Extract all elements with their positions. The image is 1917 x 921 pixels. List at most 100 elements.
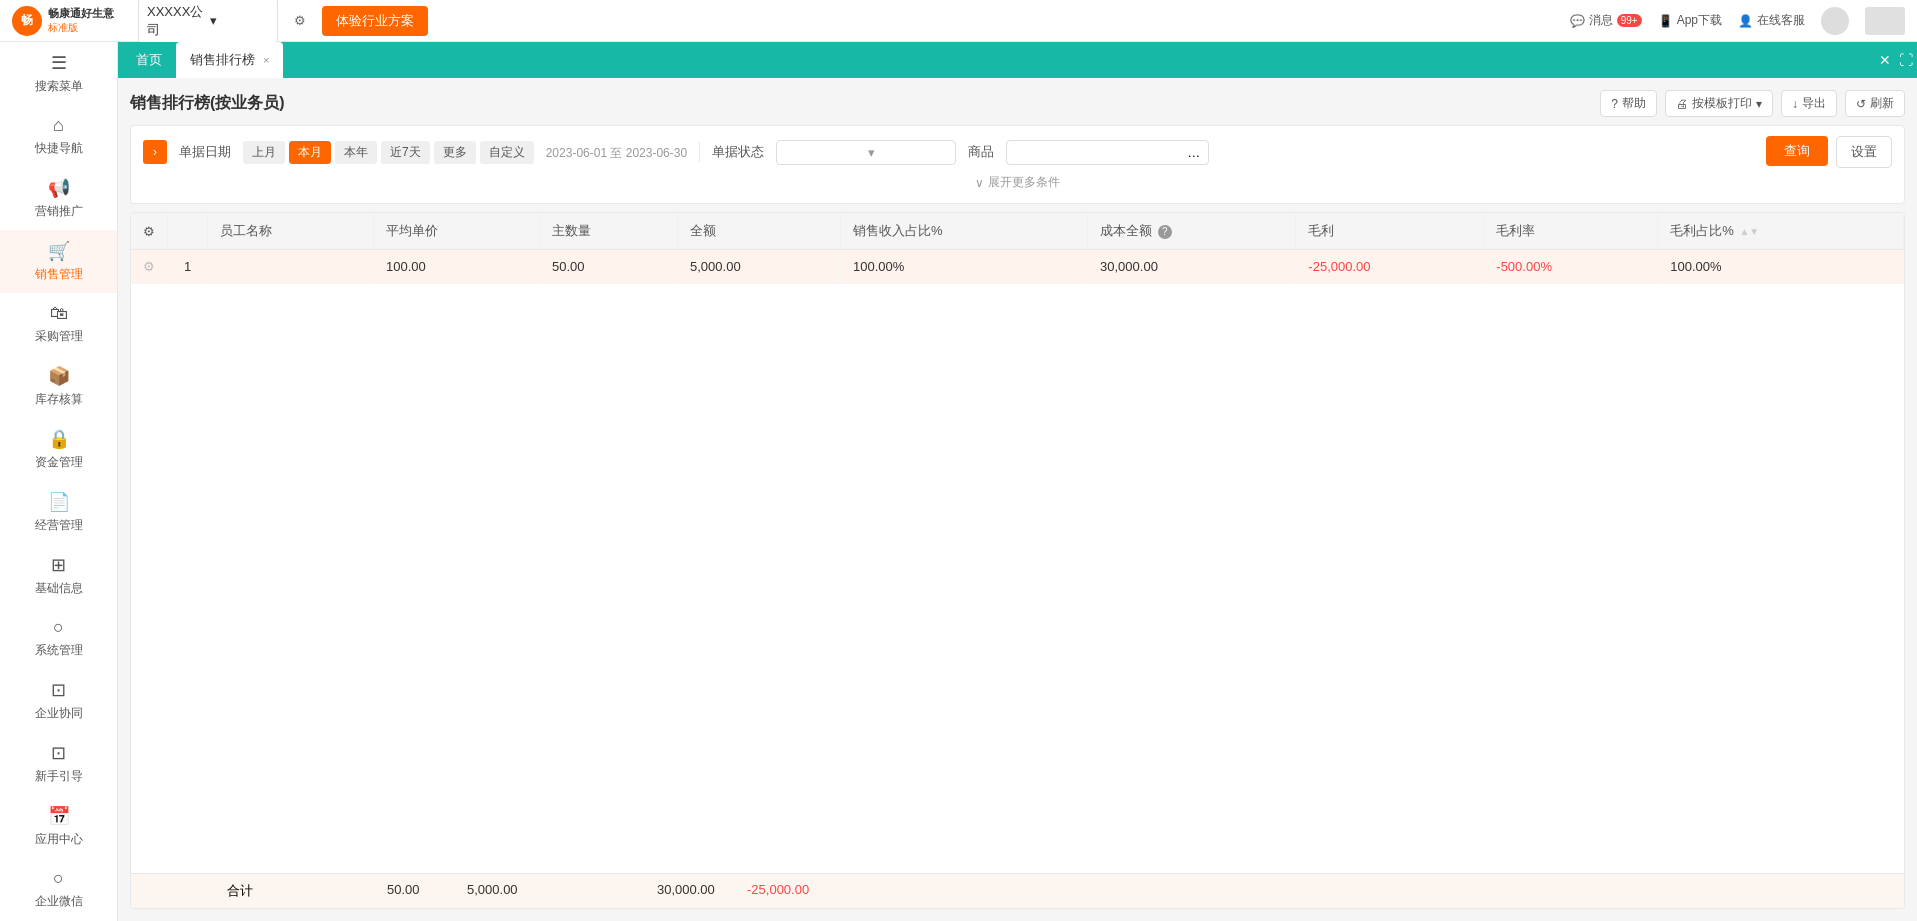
gross-pct-sort-icon[interactable]: ▲▼ [1739,226,1759,237]
date-filter-label: 单据日期 [179,143,231,161]
sidebar-label-apps: 应用中心 [35,831,83,848]
footer-gross: -25,000.00 [735,882,825,900]
message-action[interactable]: 💬 消息 99+ [1570,12,1642,29]
app-download-action[interactable]: 📱 App下载 [1658,12,1722,29]
logo-text: 畅康通好生意 标准版 [48,6,114,35]
sidebar-label-search: 搜索菜单 [35,78,83,95]
logo-area: 畅 畅康通好生意 标准版 [12,6,130,36]
sidebar: ☰ 搜索菜单 ⌂ 快捷导航 📢 营销推广 🛒 销售管理 🛍 采购管理 📦 库存核… [0,42,118,921]
sidebar-item-marketing[interactable]: 📢 营销推广 [0,167,117,230]
page-title: 销售排行榜(按业务员) [130,93,285,114]
row-rank: 1 [168,250,208,284]
col-qty: 主数量 [540,213,678,250]
sidebar-item-sales[interactable]: 🛒 销售管理 [0,230,117,293]
help-button[interactable]: ? 帮助 [1600,90,1657,117]
col-gross-pct: 毛利占比% ▲▼ [1658,213,1904,250]
marketing-icon: 📢 [48,177,70,199]
settings-icon[interactable]: ⚙ [286,7,314,35]
app-icon: 📱 [1658,14,1673,28]
industry-button[interactable]: 体验行业方案 [322,6,428,36]
sidebar-label-operations: 经营管理 [35,517,83,534]
period-btn-custom[interactable]: 自定义 [480,141,534,164]
footer-avg-price [295,882,375,900]
sidebar-item-wechat[interactable]: ○ 企业微信 [0,858,117,920]
row-avg-price: 100.00 [374,250,540,284]
tab-maximize-icon[interactable]: ⛶ [1899,52,1913,68]
sidebar-item-basic[interactable]: ⊞ 基础信息 [0,544,117,607]
col-settings[interactable]: ⚙ [131,213,168,250]
row-settings[interactable]: ⚙ [131,250,168,284]
user-name-area [1865,7,1905,35]
inventory-icon: 📦 [48,365,70,387]
tab-bar: 首页 销售排行榜 × ✕ ⛶ [118,42,1917,78]
row-gross-pct: 100.00% [1658,250,1904,284]
period-btn-more[interactable]: 更多 [434,141,476,164]
goods-more-icon: … [1187,145,1200,160]
status-select[interactable]: ▾ [776,140,956,165]
avatar[interactable] [1821,7,1849,35]
tab-bar-right: ✕ ⛶ [1879,52,1913,68]
tab-sales-ranking[interactable]: 销售排行榜 × [176,42,283,78]
table-empty-space [131,284,1904,873]
sidebar-item-shortcuts[interactable]: ⌂ 快捷导航 [0,105,117,167]
period-btn-this-month[interactable]: 本月 [289,141,331,164]
home-icon: ⌂ [53,115,64,136]
sidebar-label-shortcuts: 快捷导航 [35,140,83,157]
row-gross-rate: -500.00% [1484,250,1658,284]
print-chevron-icon: ▾ [1756,97,1762,111]
online-service-action[interactable]: 👤 在线客服 [1738,12,1805,29]
sidebar-label-guide: 新手引导 [35,768,83,785]
row-sales-pct: 100.00% [841,250,1088,284]
query-button[interactable]: 查询 [1766,136,1828,166]
sidebar-label-finance: 资金管理 [35,454,83,471]
col-avg-price: 平均单价 [374,213,540,250]
period-btn-7days[interactable]: 近7天 [381,141,430,164]
sidebar-item-operations[interactable]: 📄 经营管理 [0,481,117,544]
period-btn-this-year[interactable]: 本年 [335,141,377,164]
tab-close-icon[interactable]: × [263,54,269,66]
page-actions: ? 帮助 🖨 按模板打印 ▾ ↓ 导出 ↺ 刷新 [1600,90,1905,117]
row-amount: 5,000.00 [678,250,841,284]
sidebar-item-apps[interactable]: 📅 应用中心 [0,795,117,858]
filter-divider-1 [699,142,700,162]
footer-amount: 5,000.00 [455,882,545,900]
sales-icon: 🛒 [48,240,70,262]
sidebar-item-inventory[interactable]: 📦 库存核算 [0,355,117,418]
goods-input-area[interactable]: … [1006,140,1209,165]
row-qty: 50.00 [540,250,678,284]
tab-home[interactable]: 首页 [122,42,176,78]
sidebar-item-search[interactable]: ☰ 搜索菜单 [0,42,117,105]
refresh-button[interactable]: ↺ 刷新 [1845,90,1905,117]
sidebar-item-enterprise[interactable]: ⊡ 企业协同 [0,669,117,732]
print-button[interactable]: 🖨 按模板打印 ▾ [1665,90,1773,117]
col-sales-pct: 销售收入占比% [841,213,1088,250]
chevron-down-icon: ▾ [210,13,269,28]
cost-info-icon[interactable]: ? [1158,225,1172,239]
service-icon: 👤 [1738,14,1753,28]
sidebar-item-guide[interactable]: ⊡ 新手引导 [0,732,117,795]
goods-input[interactable] [1015,145,1183,160]
sidebar-item-system[interactable]: ○ 系统管理 [0,607,117,669]
expand-more-row[interactable]: ∨ 展开更多条件 [143,168,1892,193]
sidebar-item-finance[interactable]: 🔒 资金管理 [0,418,117,481]
finance-icon: 🔒 [48,428,70,450]
help-icon: ? [1611,97,1618,111]
export-icon: ↓ [1792,97,1798,111]
company-selector[interactable]: XXXXX公司 ▾ [138,0,278,44]
ranking-table: ⚙ 员工名称 平均单价 主数量 全额 销售收入占比% 成本全额 ? 毛利 [131,213,1904,284]
export-button[interactable]: ↓ 导出 [1781,90,1837,117]
col-gross: 毛利 [1296,213,1484,250]
filter-settings-button[interactable]: 设置 [1836,136,1892,168]
sidebar-item-purchase[interactable]: 🛍 采购管理 [0,293,117,355]
top-header: 畅 畅康通好生意 标准版 XXXXX公司 ▾ ⚙ 体验行业方案 💬 消息 99+… [0,0,1917,42]
col-amount: 全额 [678,213,841,250]
table-footer: 合计 50.00 5,000.00 30,000.00 -25,000.00 [131,873,1904,908]
col-gross-rate: 毛利率 [1484,213,1658,250]
col-cost: 成本全额 ? [1088,213,1296,250]
status-select-chevron: ▾ [868,145,947,160]
message-icon: 💬 [1570,14,1585,28]
filter-collapse-btn[interactable]: › [143,140,167,164]
table-container: ⚙ 员工名称 平均单价 主数量 全额 销售收入占比% 成本全额 ? 毛利 [130,212,1905,909]
tab-close-window-icon[interactable]: ✕ [1879,52,1891,68]
period-btn-last-month[interactable]: 上月 [243,141,285,164]
